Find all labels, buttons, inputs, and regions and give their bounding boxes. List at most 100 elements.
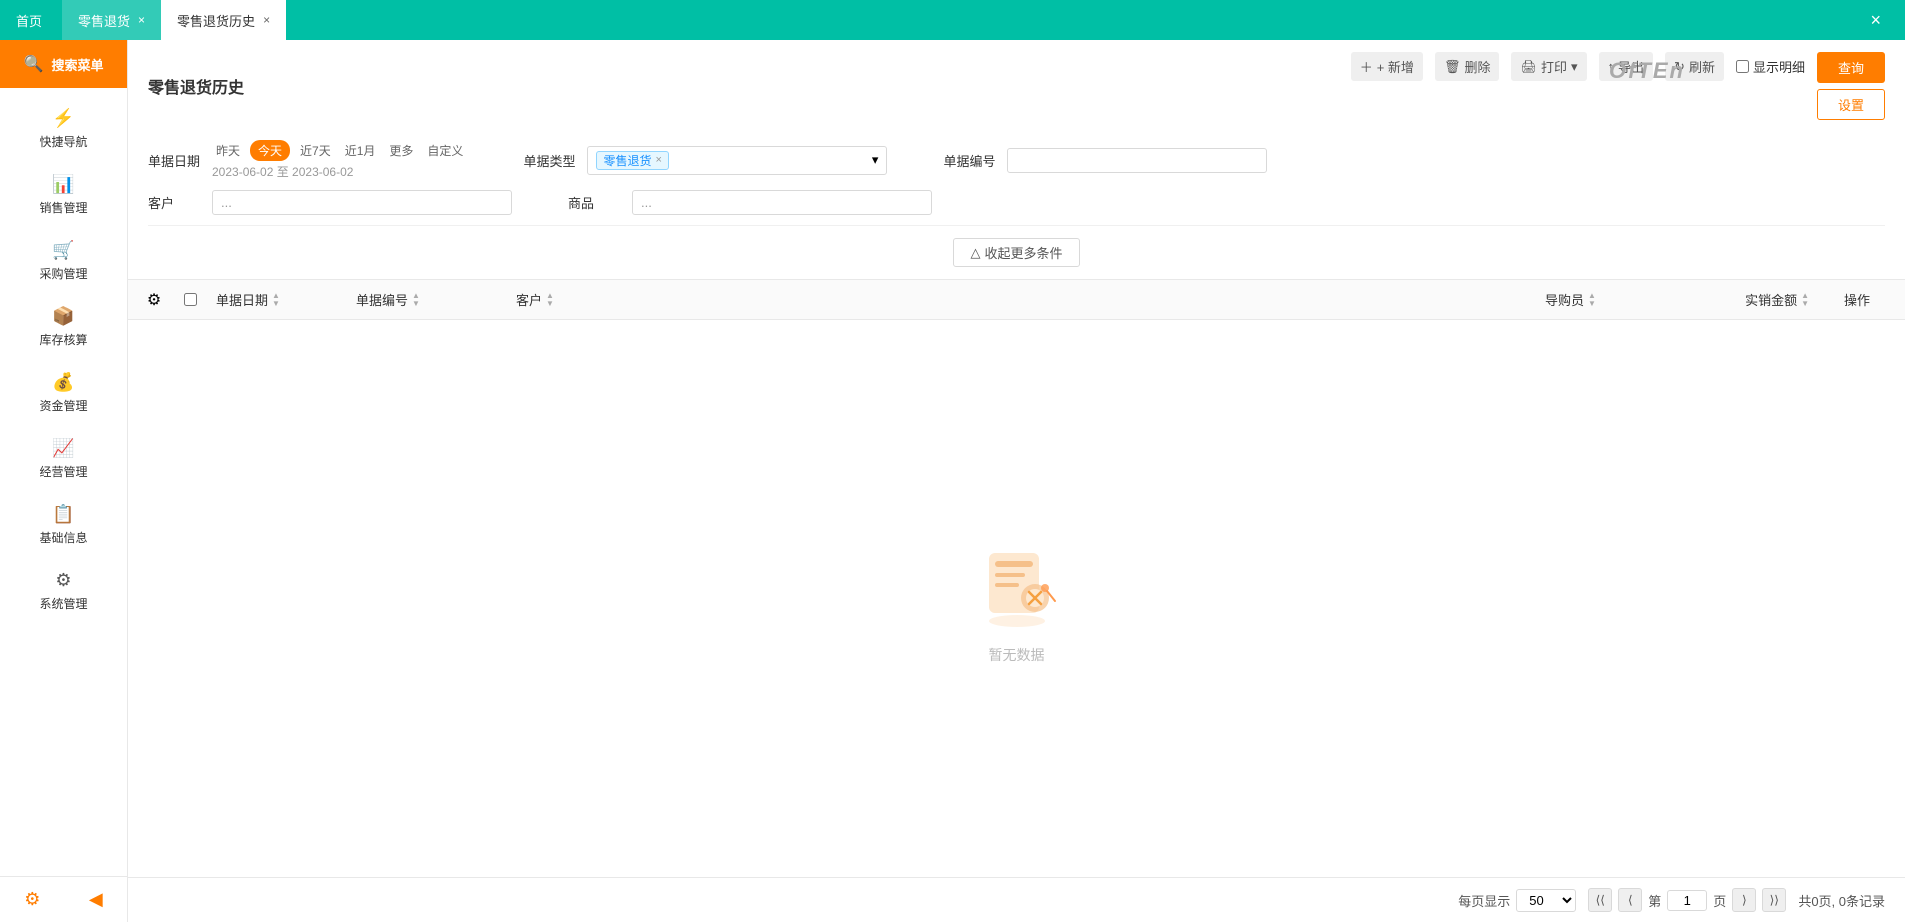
sidebar-item-quick-nav[interactable]: ⚡ 快捷导航: [0, 96, 127, 162]
th-date-sort[interactable]: ▲▼: [272, 292, 280, 308]
th-action-label: 操作: [1844, 290, 1870, 309]
th-amount[interactable]: 实销金额 ▲▼: [1697, 290, 1817, 309]
setting-button[interactable]: 设置: [1817, 89, 1885, 120]
sidebar-item-basic-info-label: 基础信息: [39, 529, 87, 546]
date-option-7days[interactable]: 近7天: [296, 140, 335, 161]
date-option-today[interactable]: 今天: [250, 140, 290, 161]
th-guide-sort[interactable]: ▲▼: [1588, 292, 1596, 308]
top-bar: 首页 零售退货 × 零售退货历史 × ×: [0, 0, 1905, 40]
th-checkbox-all[interactable]: [172, 293, 208, 306]
sidebar-item-system-label: 系统管理: [39, 595, 87, 612]
th-number-sort[interactable]: ▲▼: [412, 292, 420, 308]
sidebar-item-finance[interactable]: 💰 资金管理: [0, 360, 127, 426]
th-guide-label: 导购员: [1545, 290, 1584, 309]
customer-label: 客户: [148, 193, 204, 212]
show-detail-label: 显示明细: [1753, 57, 1805, 76]
query-button[interactable]: 查询: [1817, 52, 1885, 83]
sidebar: 🔍 搜索菜单 ⚡ 快捷导航 📊 销售管理 🛒 采购管理 📦 库存核算 💰: [0, 40, 128, 922]
sidebar-item-finance-label: 资金管理: [39, 397, 87, 414]
goods-select[interactable]: ...: [632, 190, 932, 215]
date-options: 昨天 今天 近7天 近1月 更多 自定义: [212, 140, 467, 161]
operations-icon: 📈: [52, 438, 74, 459]
th-date[interactable]: 单据日期 ▲▼: [208, 290, 348, 309]
tab-bar: 首页 零售退货 × 零售退货历史 ×: [0, 0, 1862, 40]
th-number[interactable]: 单据编号 ▲▼: [348, 290, 508, 309]
sidebar-item-operations[interactable]: 📈 经营管理: [0, 426, 127, 492]
page-total: 共0页, 0条记录: [1798, 891, 1885, 910]
sidebar-item-sales-label: 销售管理: [39, 199, 87, 216]
system-icon: ⚙: [55, 570, 71, 591]
toolbar-actions: ＋ + 新增 🗑 删除 🖨 打印 ▾ ↑: [1351, 52, 1805, 81]
date-filter: 单据日期 昨天 今天 近7天 近1月 更多 自定义 2023-06-02 至 2…: [148, 140, 467, 180]
page-title: 零售退货历史: [148, 74, 244, 98]
tab-retail-return-label: 零售退货: [78, 11, 130, 30]
sidebar-item-sales-mgmt[interactable]: 📊 销售管理: [0, 162, 127, 228]
date-filter-label: 单据日期: [148, 151, 204, 170]
th-action: 操作: [1817, 290, 1897, 309]
sidebar-item-purchase-mgmt[interactable]: 🛒 采购管理: [0, 228, 127, 294]
th-customer[interactable]: 客户 ▲▼: [508, 290, 1537, 309]
bill-type-filter: 单据类型 零售退货 × ▾: [523, 146, 887, 175]
bill-number-input[interactable]: [1007, 148, 1267, 173]
page-size-label: 每页显示: [1458, 891, 1510, 910]
th-amount-sort[interactable]: ▲▼: [1801, 292, 1809, 308]
delete-button[interactable]: 🗑 删除: [1435, 52, 1500, 81]
date-option-yesterday[interactable]: 昨天: [212, 140, 244, 161]
collapse-filter-button[interactable]: △ 收起更多条件: [953, 238, 1079, 267]
settings-icon[interactable]: ⚙: [24, 889, 40, 910]
print-button[interactable]: 🖨 打印 ▾: [1511, 52, 1586, 81]
date-option-1month[interactable]: 近1月: [341, 140, 380, 161]
tab-retail-return-history[interactable]: 零售退货历史 ×: [161, 0, 286, 40]
table-footer: 每页显示 50 10 20 100 ⟨⟨ ⟨ 第 页 ⟩ ⟩⟩: [128, 877, 1905, 922]
sidebar-item-inventory[interactable]: 📦 库存核算: [0, 294, 127, 360]
bill-type-tag-value: 零售退货: [603, 152, 651, 169]
content-area: 零售退货历史 ＋ + 新增 🗑 删除 🖨 打印: [128, 40, 1905, 922]
window-close-button[interactable]: ×: [1862, 6, 1889, 35]
purchase-icon: 🛒: [52, 240, 74, 261]
collapse-icon: △: [970, 245, 980, 261]
collapse-sidebar-icon[interactable]: ◀: [89, 889, 103, 910]
show-detail-checkbox-label[interactable]: 显示明细: [1736, 57, 1805, 76]
search-menu-label: 搜索菜单: [51, 55, 103, 74]
tab-retail-return[interactable]: 零售退货 ×: [62, 0, 161, 40]
sidebar-bottom: ⚙ ◀: [0, 876, 127, 922]
page-first-button[interactable]: ⟨⟨: [1588, 888, 1612, 912]
date-range-display: 2023-06-02 至 2023-06-02: [212, 163, 467, 180]
bill-type-label: 单据类型: [523, 151, 579, 170]
search-menu-button[interactable]: 🔍 搜索菜单: [0, 40, 127, 88]
new-button[interactable]: ＋ + 新增: [1351, 52, 1423, 81]
empty-state: 暂无数据: [128, 320, 1905, 877]
search-icon: 🔍: [24, 54, 44, 74]
page-number-input[interactable]: [1667, 890, 1707, 911]
tab-retail-return-history-close[interactable]: ×: [263, 13, 270, 27]
page-size-select[interactable]: 50 10 20 100: [1516, 889, 1576, 912]
customer-select[interactable]: ...: [212, 190, 512, 215]
main-layout: 🔍 搜索菜单 ⚡ 快捷导航 📊 销售管理 🛒 采购管理 📦 库存核算 💰: [0, 40, 1905, 922]
th-guide[interactable]: 导购员 ▲▼: [1537, 290, 1697, 309]
bill-type-select[interactable]: 零售退货 × ▾: [587, 146, 887, 175]
brand-watermark: OfTEn: [1609, 58, 1685, 84]
th-customer-sort[interactable]: ▲▼: [546, 292, 554, 308]
th-settings[interactable]: ⚙: [136, 290, 172, 310]
sidebar-item-system[interactable]: ⚙ 系统管理: [0, 558, 127, 624]
bill-type-tag-remove[interactable]: ×: [655, 154, 661, 166]
delete-icon: 🗑: [1444, 59, 1461, 75]
th-amount-label: 实销金额: [1745, 290, 1797, 309]
collapse-label: 收起更多条件: [984, 243, 1062, 262]
column-settings-icon[interactable]: ⚙: [147, 290, 161, 310]
page-unit: 页: [1713, 891, 1726, 910]
select-all-checkbox[interactable]: [184, 293, 197, 306]
page-next-button[interactable]: ⟩: [1732, 888, 1756, 912]
sidebar-item-purchase-label: 采购管理: [39, 265, 87, 282]
tab-home[interactable]: 首页: [0, 0, 58, 40]
page-last-button[interactable]: ⟩⟩: [1762, 888, 1786, 912]
tab-retail-return-close[interactable]: ×: [138, 13, 145, 27]
show-detail-checkbox[interactable]: [1736, 60, 1749, 73]
basic-info-icon: 📋: [52, 504, 74, 525]
page-prev-button[interactable]: ⟨: [1618, 888, 1642, 912]
sidebar-item-basic-info[interactable]: 📋 基础信息: [0, 492, 127, 558]
tab-retail-return-history-label: 零售退货历史: [177, 11, 255, 30]
date-option-custom[interactable]: 自定义: [423, 140, 467, 161]
date-option-more[interactable]: 更多: [385, 140, 417, 161]
th-number-label: 单据编号: [356, 290, 408, 309]
